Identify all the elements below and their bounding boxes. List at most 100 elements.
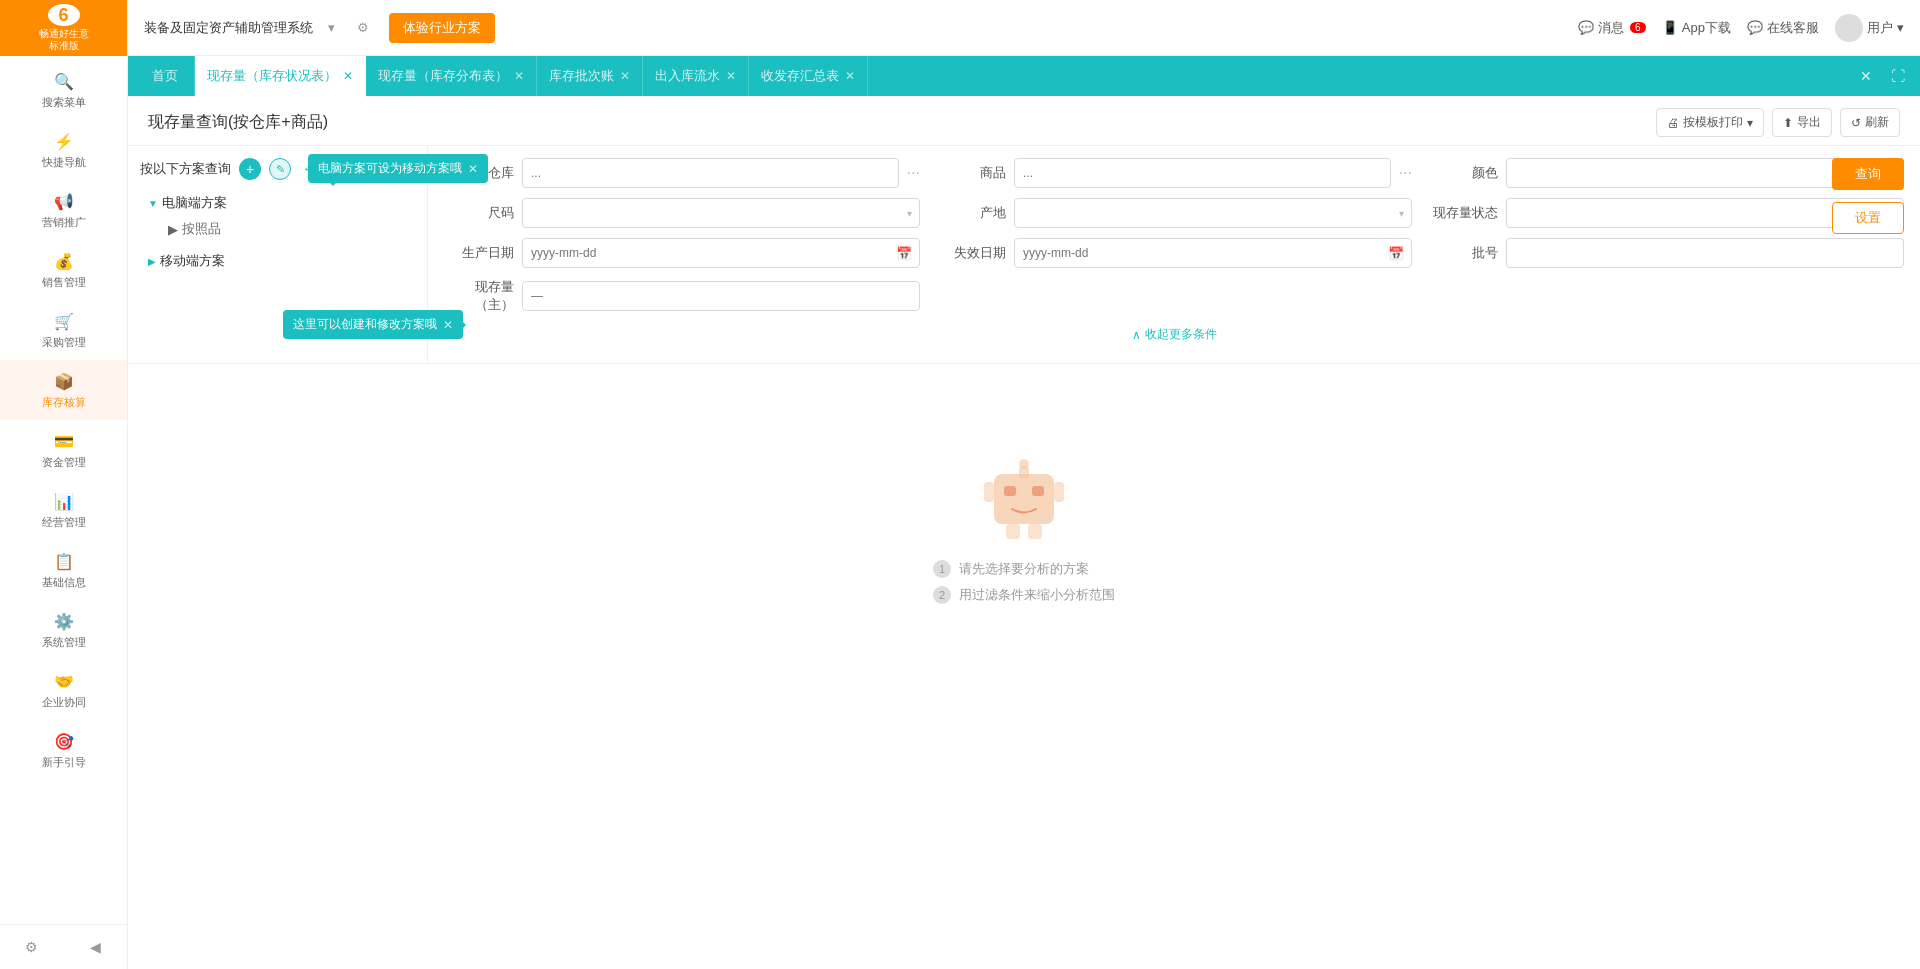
tab-inventory-status[interactable]: 现存量（库存状况表）✕: [195, 56, 366, 96]
scheme-desktop-item[interactable]: ▶ 按照品: [168, 216, 415, 242]
filter-scheme-panel: 按以下方案查询 + ✎ ← 电脑方案可设为移动方案哦 ✕ ▼: [128, 146, 428, 363]
sidebar-settings-btn[interactable]: ⚙: [18, 933, 46, 961]
nav-label-operations: 经营管理: [42, 515, 86, 530]
refresh-btn[interactable]: ↺ 刷新: [1840, 108, 1900, 137]
sidebar-item-inventory[interactable]: 📦 库存核算: [0, 360, 127, 420]
stock-main-input[interactable]: [522, 281, 920, 311]
expiry-date-input[interactable]: [1014, 238, 1412, 268]
sidebar-item-marketing[interactable]: 📢 营销推广: [0, 180, 127, 240]
export-btn[interactable]: ⬆ 导出: [1772, 108, 1832, 137]
empty-state: 1 请先选择要分析的方案 2 用过滤条件来缩小分析范围: [128, 364, 1920, 692]
close-all-tabs-btn[interactable]: ✕: [1852, 62, 1880, 90]
online-support-btn[interactable]: 💬 在线客服: [1747, 19, 1819, 37]
sidebar-collapse-btn[interactable]: ◀: [81, 933, 109, 961]
content-area: 现存量查询(按仓库+商品) 🖨 按模板打印 ▾ ⬆ 导出 ↺ 刷新: [128, 96, 1920, 969]
nav-label-guide: 快捷导航: [42, 155, 86, 170]
nav-icon-newbie: 🎯: [53, 730, 75, 752]
nav-label-basic: 基础信息: [42, 575, 86, 590]
sidebar-item-basic[interactable]: 📋 基础信息: [0, 540, 127, 600]
origin-label: 产地: [936, 204, 1006, 222]
goods-more-btn[interactable]: ···: [1399, 164, 1412, 182]
logo-text: 畅通好生意 标准版: [39, 28, 89, 52]
warehouse-more-btn[interactable]: ···: [907, 164, 920, 182]
svg-rect-2: [1032, 486, 1044, 496]
filter-label: 按以下方案查询: [140, 160, 231, 178]
nav-label-inventory: 库存核算: [42, 395, 86, 410]
filter-batch-field: 批号: [1428, 238, 1904, 268]
sidebar-item-finance[interactable]: 💳 资金管理: [0, 420, 127, 480]
goods-label: 商品: [936, 164, 1006, 182]
tooltip1-close-btn[interactable]: ✕: [468, 162, 478, 176]
nav-label-enterprise: 企业协同: [42, 695, 86, 710]
sidebar-item-newbie[interactable]: 🎯 新手引导: [0, 720, 127, 780]
size-select[interactable]: [522, 198, 920, 228]
sidebar-item-enterprise[interactable]: 🤝 企业协同: [0, 660, 127, 720]
tab-collect[interactable]: 收发存汇总表 ✕: [749, 56, 868, 96]
empty-step-1: 1 请先选择要分析的方案: [933, 560, 1115, 578]
collapse-icon: ∧: [1132, 328, 1141, 342]
notification-label: 消息: [1598, 19, 1624, 37]
nav-icon-finance: 💳: [53, 430, 75, 452]
sidebar-item-operations[interactable]: 📊 经营管理: [0, 480, 127, 540]
tab-close-inventory-status[interactable]: ✕: [343, 69, 353, 83]
prod-date-input[interactable]: [522, 238, 920, 268]
query-btn[interactable]: 查询: [1832, 158, 1904, 190]
nav-icon-basic: 📋: [53, 550, 75, 572]
user-menu-btn[interactable]: 用户 ▾: [1835, 14, 1904, 42]
sidebar-item-system[interactable]: ⚙️ 系统管理: [0, 600, 127, 660]
warehouse-input[interactable]: [522, 158, 899, 188]
system-dropdown-btn[interactable]: ▾: [321, 18, 341, 38]
tab-inventory-dist[interactable]: 现存量（库存分布表） ✕: [366, 56, 537, 96]
tab-batch[interactable]: 库存批次账✕: [537, 56, 643, 96]
batch-input[interactable]: [1506, 238, 1904, 268]
nav-icon-marketing: 📢: [53, 190, 75, 212]
reset-btn[interactable]: 设置: [1832, 202, 1904, 234]
tab-label-home: 首页: [152, 67, 178, 85]
origin-select[interactable]: [1014, 198, 1412, 228]
topbar-settings-btn[interactable]: ⚙: [349, 14, 377, 42]
print-btn[interactable]: 🖨 按模板打印 ▾: [1656, 108, 1764, 137]
tab-close-inventory-dist[interactable]: ✕: [514, 69, 524, 83]
notification-btn[interactable]: 💬 消息 6: [1578, 19, 1646, 37]
prod-date-label: 生产日期: [444, 244, 514, 262]
nav-label-sales: 销售管理: [42, 275, 86, 290]
filter-expiry-date-field: 失效日期 📅: [936, 238, 1412, 268]
goods-input[interactable]: [1014, 158, 1391, 188]
edit-scheme-btn[interactable]: ✎: [269, 158, 291, 180]
collapse-more-btn[interactable]: ∧ 收起更多条件: [444, 318, 1904, 351]
empty-step-2-text: 用过滤条件来缩小分析范围: [959, 586, 1115, 604]
sidebar-item-purchase[interactable]: 🛒 采购管理: [0, 300, 127, 360]
filter-origin-field: 产地 ▾: [936, 198, 1412, 228]
nav-label-marketing: 营销推广: [42, 215, 86, 230]
sidebar-nav: 🔍 搜索菜单 ⚡ 快捷导航 📢 营销推广 💰 销售管理 🛒 采购管理 📦 库存核…: [0, 56, 127, 924]
fullscreen-btn[interactable]: ⛶: [1884, 62, 1912, 90]
tab-inout[interactable]: 出入库流水✕: [643, 56, 749, 96]
sidebar-item-sales[interactable]: 💰 销售管理: [0, 240, 127, 300]
system-name: 装备及固定资产辅助管理系统: [144, 19, 313, 37]
filter-row-2: 尺码 ▾ 产地 ▾: [444, 198, 1904, 228]
nav-icon-enterprise: 🤝: [53, 670, 75, 692]
expiry-date-icon[interactable]: 📅: [1388, 246, 1404, 261]
tab-close-collect[interactable]: ✕: [845, 69, 855, 83]
add-scheme-btn[interactable]: +: [239, 158, 261, 180]
tab-home[interactable]: 首页: [136, 56, 195, 96]
prod-date-icon[interactable]: 📅: [896, 246, 912, 261]
tooltip2-close-btn[interactable]: ✕: [443, 318, 453, 332]
nav-icon-system: ⚙️: [53, 610, 75, 632]
tabs-right-btns: ✕ ⛶: [1852, 62, 1912, 90]
svg-rect-8: [1028, 524, 1042, 539]
tab-label-inventory-dist: 现存量（库存分布表）: [378, 67, 508, 85]
sidebar-item-guide[interactable]: ⚡ 快捷导航: [0, 120, 127, 180]
desktop-scheme-label: 电脑端方案: [162, 194, 227, 212]
industry-btn[interactable]: 体验行业方案: [389, 13, 495, 43]
filter-row-3: 生产日期 📅 失效日期 📅: [444, 238, 1904, 268]
tab-close-batch[interactable]: ✕: [620, 69, 630, 83]
tab-close-inout[interactable]: ✕: [726, 69, 736, 83]
scheme-mobile[interactable]: ▶ 移动端方案: [148, 248, 415, 274]
nav-icon-guide: ⚡: [53, 130, 75, 152]
scheme-desktop[interactable]: ▼ 电脑端方案: [148, 190, 415, 216]
desktop-sub-item-label: 按照品: [182, 220, 221, 238]
tab-label-collect: 收发存汇总表: [761, 67, 839, 85]
app-download-btn[interactable]: 📱 App下载: [1662, 19, 1731, 37]
sidebar-item-search[interactable]: 🔍 搜索菜单: [0, 60, 127, 120]
